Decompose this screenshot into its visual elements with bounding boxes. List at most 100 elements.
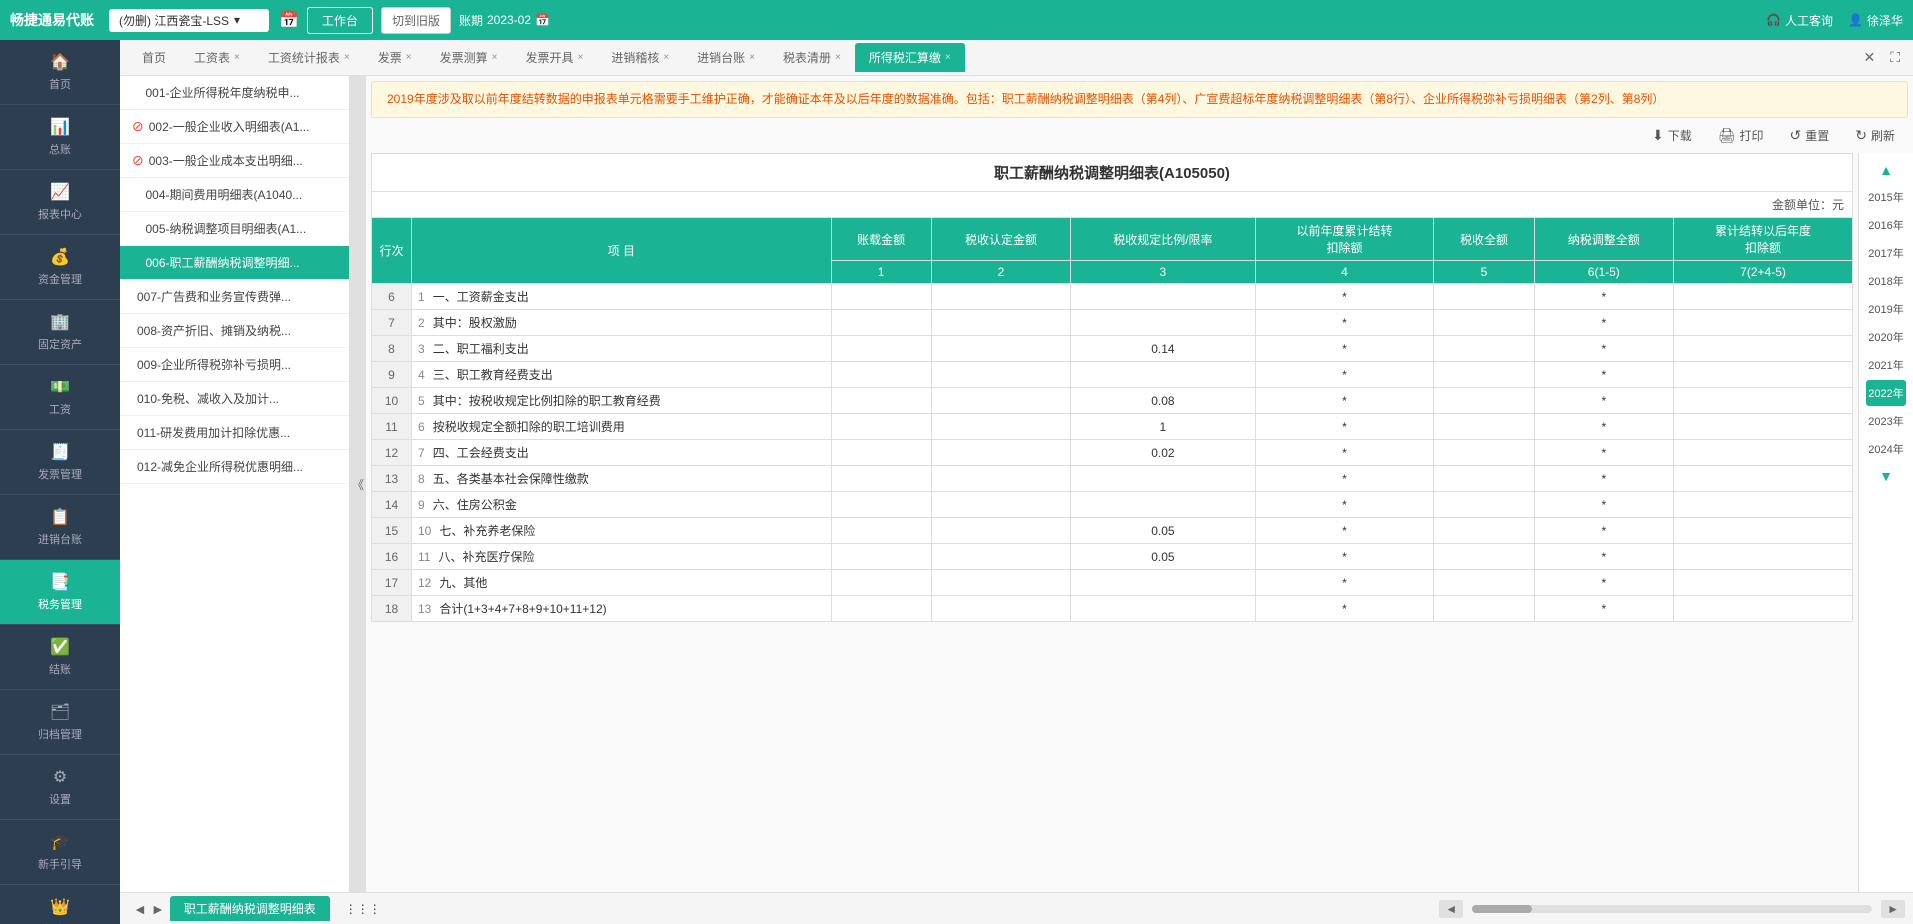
row-col3[interactable]: 0.14 xyxy=(1071,336,1255,362)
row-col2[interactable] xyxy=(931,336,1071,362)
list-item-004[interactable]: ● 004-期间费用明细表(A1040... xyxy=(120,178,349,212)
tab-payroll[interactable]: 工资表 × xyxy=(180,43,254,72)
row-col5[interactable] xyxy=(1434,544,1534,570)
row-col3[interactable] xyxy=(1071,362,1255,388)
row-col7[interactable] xyxy=(1674,596,1853,622)
row-col5[interactable] xyxy=(1434,310,1534,336)
tab-expand-btn[interactable]: ⛶ xyxy=(1885,47,1905,68)
list-item-011[interactable]: 011-研发费用加计扣除优惠... xyxy=(120,416,349,450)
year-item[interactable]: 2016年 xyxy=(1866,212,1906,238)
row-col1[interactable] xyxy=(831,440,931,466)
tab-tax-table[interactable]: 税表清册 × xyxy=(769,43,855,72)
close-tab-invoice-calc[interactable]: × xyxy=(492,52,498,63)
row-col5[interactable] xyxy=(1434,362,1534,388)
row-col1[interactable] xyxy=(831,570,931,596)
old-version-button[interactable]: 切到旧版 xyxy=(381,7,451,34)
row-col2[interactable] xyxy=(931,544,1071,570)
close-tab-tax-table[interactable]: × xyxy=(835,52,841,63)
download-btn[interactable]: ⬇ 下载 xyxy=(1644,124,1700,147)
list-item-007[interactable]: 007-广告费和业务宣传费弹... xyxy=(120,280,349,314)
sidebar-item-ledger[interactable]: 📊 总账 xyxy=(0,105,120,170)
tab-income-tax[interactable]: 所得税汇算缴 × xyxy=(855,43,965,72)
year-item[interactable]: 2024年 xyxy=(1866,436,1906,462)
row-col7[interactable] xyxy=(1674,544,1853,570)
horizontal-scrollbar[interactable] xyxy=(1472,905,1872,913)
bottom-tab-active[interactable]: 职工薪酬纳税调整明细表 xyxy=(170,896,330,921)
list-item-005[interactable]: ● 005-纳税调整项目明细表(A1... xyxy=(120,212,349,246)
row-col2[interactable] xyxy=(931,284,1071,310)
row-col5[interactable] xyxy=(1434,388,1534,414)
row-col1[interactable] xyxy=(831,310,931,336)
bottom-more-btn[interactable]: ⋮⋮⋮ xyxy=(345,902,381,916)
row-col3[interactable] xyxy=(1071,570,1255,596)
year-item[interactable]: 2020年 xyxy=(1866,324,1906,350)
row-col2[interactable] xyxy=(931,570,1071,596)
row-col3[interactable]: 0.02 xyxy=(1071,440,1255,466)
tab-sales-ledger[interactable]: 进销台账 × xyxy=(683,43,769,72)
sidebar-item-settings[interactable]: ⚙ 设置 xyxy=(0,755,120,820)
scroll-right-btn[interactable]: ► xyxy=(1881,900,1905,918)
row-col3[interactable]: 0.05 xyxy=(1071,544,1255,570)
row-col3[interactable]: 0.08 xyxy=(1071,388,1255,414)
list-item-012[interactable]: 012-减免企业所得税优惠明细... xyxy=(120,450,349,484)
year-item[interactable]: 2022年 xyxy=(1866,380,1906,406)
close-tab-invoice[interactable]: × xyxy=(406,52,412,63)
row-col1[interactable] xyxy=(831,544,931,570)
sidebar-item-invoice[interactable]: 🧾 发票管理 xyxy=(0,430,120,495)
row-col7[interactable] xyxy=(1674,388,1853,414)
workbench-button[interactable]: 工作台 xyxy=(307,7,373,34)
year-item[interactable]: 2019年 xyxy=(1866,296,1906,322)
row-col5[interactable] xyxy=(1434,466,1534,492)
tab-payroll-stat[interactable]: 工资统计报表 × xyxy=(254,43,364,72)
tab-invoice-issue[interactable]: 发票开具 × xyxy=(511,43,597,72)
close-tab-payroll-stat[interactable]: × xyxy=(344,52,350,63)
close-tab-sales-check[interactable]: × xyxy=(663,52,669,63)
close-tab-payroll[interactable]: × xyxy=(234,52,240,63)
year-item[interactable]: 2017年 xyxy=(1866,240,1906,266)
year-item[interactable]: 2021年 xyxy=(1866,352,1906,378)
row-col2[interactable] xyxy=(931,466,1071,492)
row-col7[interactable] xyxy=(1674,284,1853,310)
sidebar-item-sales[interactable]: 📋 进销台账 xyxy=(0,495,120,560)
row-col2[interactable] xyxy=(931,310,1071,336)
sidebar-item-close[interactable]: ✅ 结账 xyxy=(0,625,120,690)
row-col5[interactable] xyxy=(1434,336,1534,362)
service-btn[interactable]: 🎧 人工客询 xyxy=(1766,12,1833,29)
close-tab-invoice-issue[interactable]: × xyxy=(577,52,583,63)
sidebar-item-guide[interactable]: 🎓 新手引导 xyxy=(0,820,120,885)
row-col7[interactable] xyxy=(1674,440,1853,466)
refresh-btn[interactable]: ↻ 刷新 xyxy=(1847,124,1903,147)
reset-btn[interactable]: ↺ 重置 xyxy=(1782,124,1838,147)
sidebar-item-member[interactable]: 👑 畅会员 xyxy=(0,885,120,924)
row-col2[interactable] xyxy=(931,388,1071,414)
sidebar-item-assets[interactable]: 🏢 固定资产 xyxy=(0,300,120,365)
row-col1[interactable] xyxy=(831,284,931,310)
row-col3[interactable]: 0.05 xyxy=(1071,518,1255,544)
print-btn[interactable]: 🖨 打印 xyxy=(1710,124,1772,147)
sidebar-item-tax[interactable]: 📑 税务管理 xyxy=(0,560,120,625)
company-selector[interactable]: (勿删) 江西瓷宝-LSS ▾ xyxy=(109,9,269,32)
row-col1[interactable] xyxy=(831,596,931,622)
row-col5[interactable] xyxy=(1434,492,1534,518)
row-col3[interactable] xyxy=(1071,492,1255,518)
close-tab-sales-ledger[interactable]: × xyxy=(749,52,755,63)
list-item-001[interactable]: ● 001-企业所得税年度纳税申... xyxy=(120,76,349,110)
list-item-008[interactable]: 008-资产折旧、摊销及纳税... xyxy=(120,314,349,348)
row-col2[interactable] xyxy=(931,440,1071,466)
row-col1[interactable] xyxy=(831,466,931,492)
list-item-009[interactable]: 009-企业所得税弥补亏损明... xyxy=(120,348,349,382)
collapse-panel-btn[interactable]: 《 xyxy=(350,76,366,892)
row-col7[interactable] xyxy=(1674,518,1853,544)
user-avatar[interactable]: 👤 徐泽华 xyxy=(1848,12,1903,29)
row-col7[interactable] xyxy=(1674,570,1853,596)
row-col1[interactable] xyxy=(831,388,931,414)
row-col5[interactable] xyxy=(1434,518,1534,544)
row-col1[interactable] xyxy=(831,492,931,518)
row-col2[interactable] xyxy=(931,518,1071,544)
row-col3[interactable] xyxy=(1071,284,1255,310)
row-col2[interactable] xyxy=(931,596,1071,622)
row-col7[interactable] xyxy=(1674,362,1853,388)
list-item-006[interactable]: ● 006-职工薪酬纳税调整明细... xyxy=(120,246,349,280)
row-col5[interactable] xyxy=(1434,414,1534,440)
row-col2[interactable] xyxy=(931,414,1071,440)
